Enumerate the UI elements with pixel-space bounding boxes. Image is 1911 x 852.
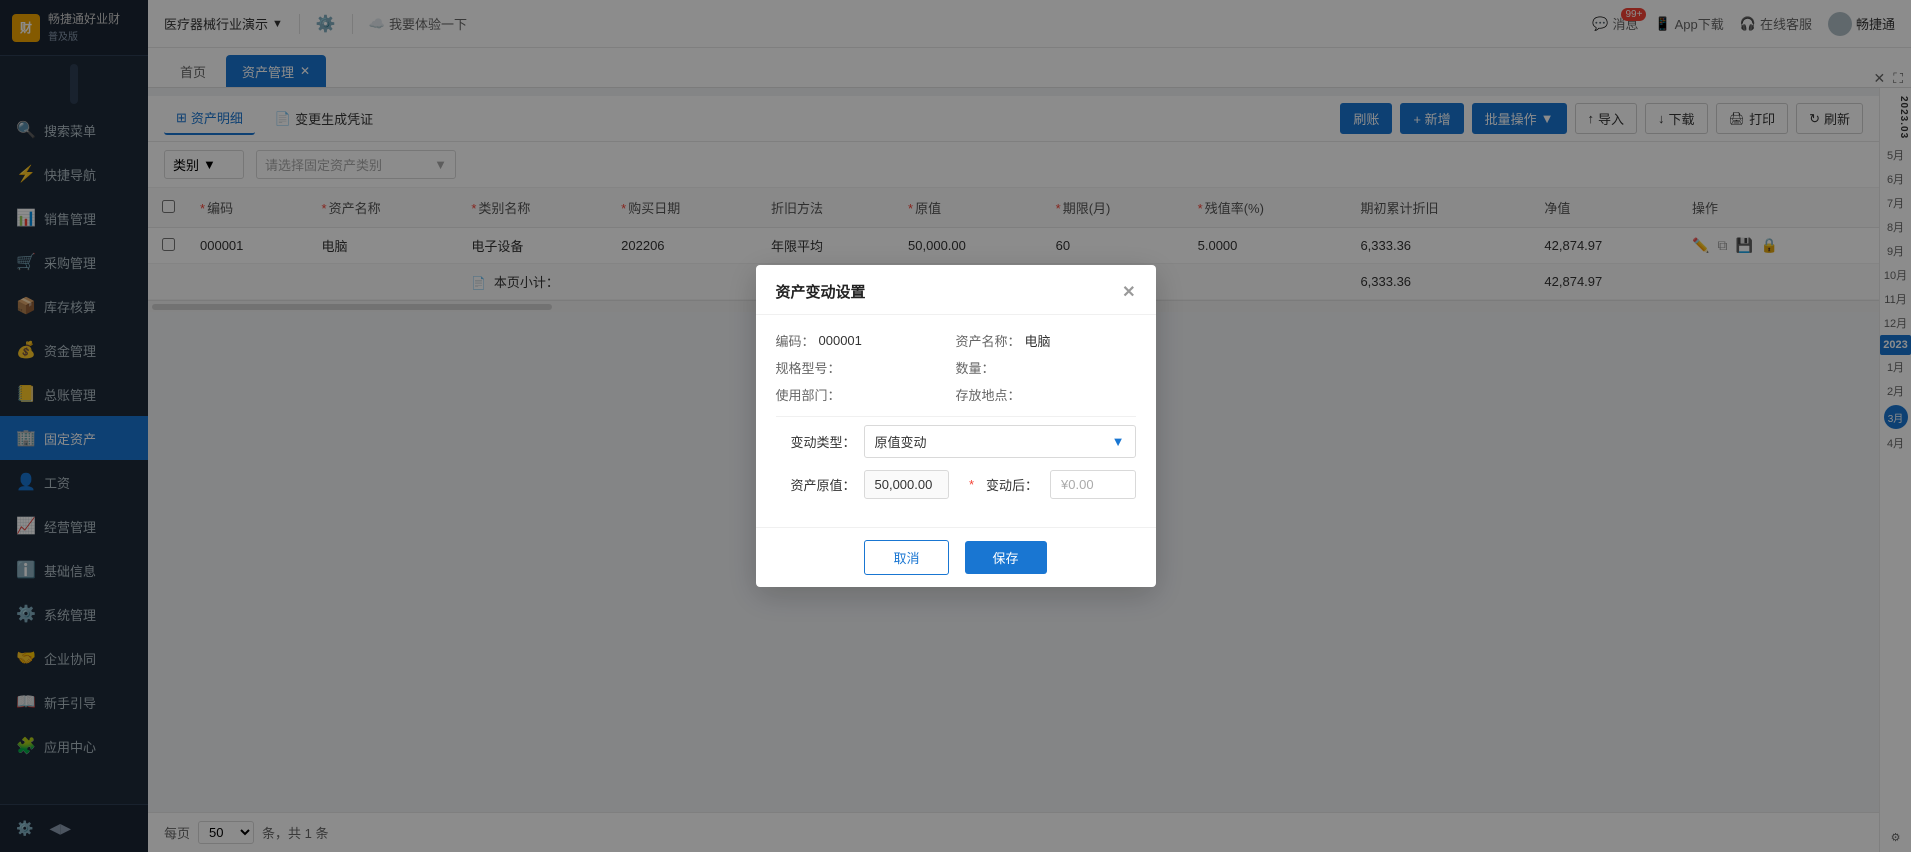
asset-value-display: 50,000.00 <box>864 470 949 499</box>
asset-value: 50,000.00 <box>875 477 933 492</box>
asset-value-label: 资产原值： <box>776 475 856 494</box>
cancel-button[interactable]: 取消 <box>864 540 948 575</box>
after-change-input[interactable]: ¥0.00 <box>1050 470 1135 499</box>
required-star: * <box>969 477 974 492</box>
change-type-input[interactable]: 原值变动 ▼ <box>864 425 1136 458</box>
modal-location-item: 存放地点： <box>956 385 1136 404</box>
modal-body: 编码： 000001 资产名称： 电脑 规格型号： 数量： 使用部门： <box>756 315 1156 527</box>
save-button[interactable]: 保存 <box>965 541 1047 574</box>
modal-asset-name-item: 资产名称： 电脑 <box>956 331 1136 350</box>
modal-code-item: 编码： 000001 <box>776 331 956 350</box>
modal-close-icon[interactable]: ✕ <box>1122 282 1135 302</box>
modal-title: 资产变动设置 <box>776 281 866 302</box>
asset-change-modal: 资产变动设置 ✕ 编码： 000001 资产名称： 电脑 规格型号： 数量： <box>756 265 1156 587</box>
modal-spec-item: 规格型号： <box>776 358 956 377</box>
modal-department-item: 使用部门： <box>776 385 956 404</box>
after-change-placeholder: ¥0.00 <box>1061 477 1094 492</box>
change-type-label: 变动类型： <box>776 432 856 451</box>
modal-info-grid: 编码： 000001 资产名称： 电脑 规格型号： 数量： 使用部门： <box>776 331 1136 404</box>
after-change-label: 变动后： <box>986 475 1038 494</box>
modal-change-type-row: 变动类型： 原值变动 ▼ <box>776 425 1136 458</box>
modal-value-row: 资产原值： 50,000.00 * 变动后： ¥0.00 <box>776 470 1136 499</box>
modal-quantity-item: 数量： <box>956 358 1136 377</box>
modal-code-value: 000001 <box>819 333 862 348</box>
modal-divider <box>776 416 1136 417</box>
modal-footer: 取消 保存 <box>756 527 1156 587</box>
modal-header: 资产变动设置 ✕ <box>756 265 1156 315</box>
change-type-value: 原值变动 <box>875 432 927 451</box>
modal-asset-name-value: 电脑 <box>1025 331 1051 350</box>
change-type-chevron: ▼ <box>1112 434 1125 449</box>
modal-overlay: 资产变动设置 ✕ 编码： 000001 资产名称： 电脑 规格型号： 数量： <box>0 0 1911 852</box>
